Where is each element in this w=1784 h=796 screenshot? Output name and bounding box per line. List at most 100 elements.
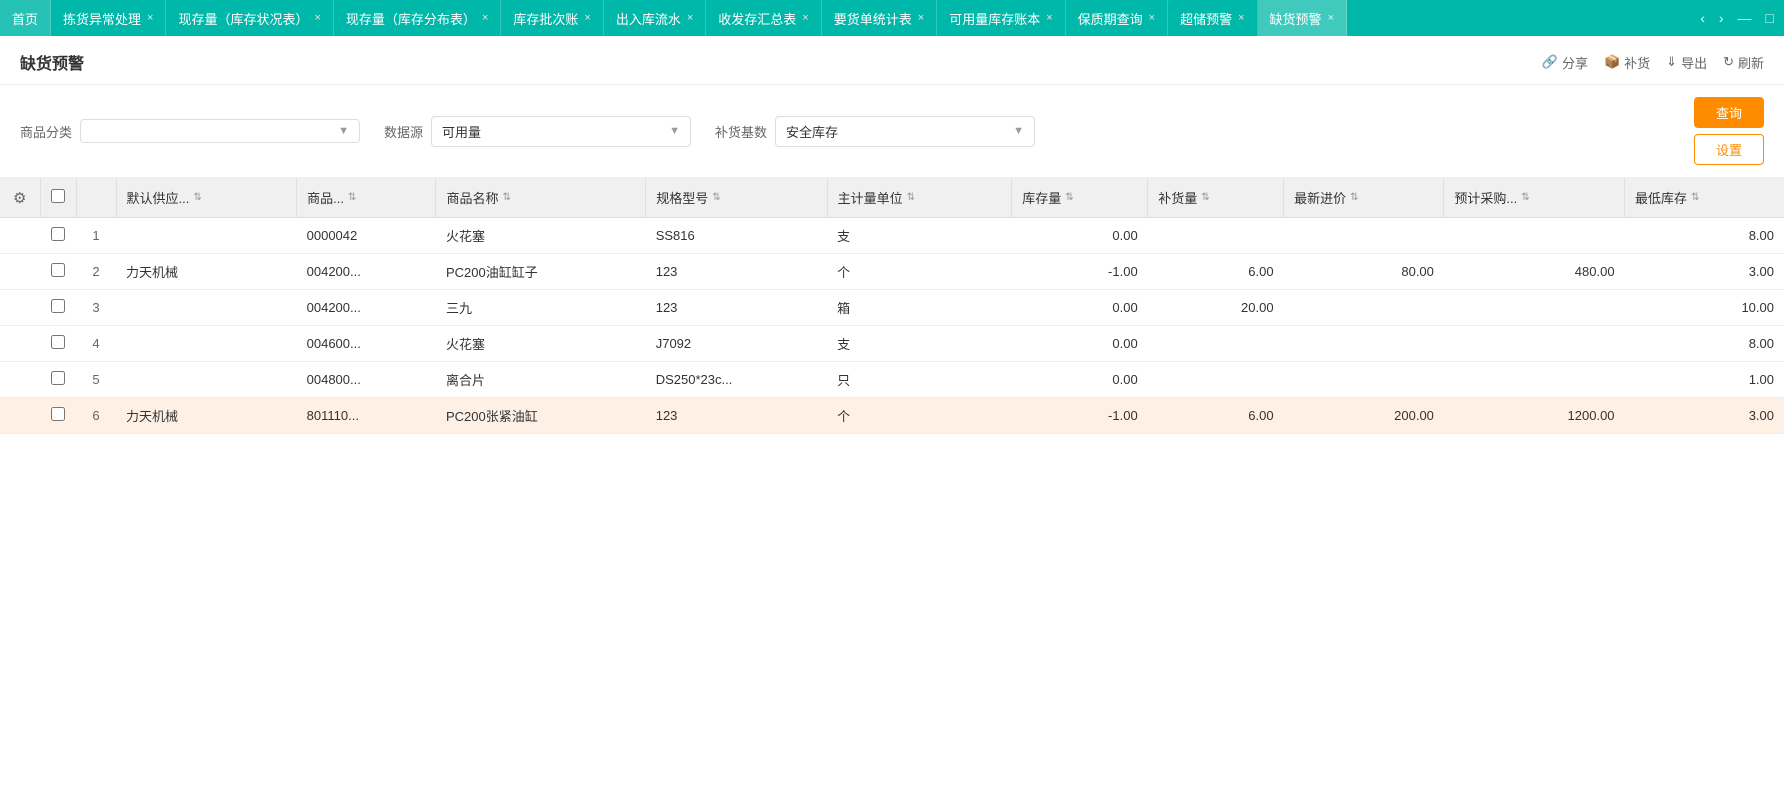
top-navigation: 首页 拣货异常处理 × 现存量（库存状况表） × 现存量（库存分布表） × 库存… xyxy=(0,0,1784,36)
table-row: 1 0000042 火花塞 SS816 支 0.00 8.00 xyxy=(0,218,1784,254)
close-icon[interactable]: × xyxy=(1046,12,1052,24)
export-button[interactable]: ⇓ 导出 xyxy=(1666,53,1707,72)
nav-tab-inventory-status[interactable]: 现存量（库存状况表） × xyxy=(166,0,333,36)
row-min-stock: 10.00 xyxy=(1625,290,1784,326)
shortage-table: ⚙ 默认供应... ⇅ 商品.. xyxy=(0,178,1784,434)
nav-tab-flow[interactable]: 出入库流水 × xyxy=(604,0,706,36)
nav-prev-button[interactable]: ‹ xyxy=(1694,6,1711,30)
row-checkbox-cell xyxy=(40,326,76,362)
chevron-down-icon: ▼ xyxy=(1013,125,1024,137)
table-row: 4 004600... 火花塞 J7092 支 0.00 8.00 xyxy=(0,326,1784,362)
replenish-base-value: 安全库存 xyxy=(786,122,838,141)
row-spec: 123 xyxy=(646,254,827,290)
row-checkbox-cell xyxy=(40,254,76,290)
th-spec[interactable]: 规格型号 ⇅ xyxy=(646,178,827,218)
chevron-down-icon: ▼ xyxy=(338,125,349,137)
close-icon[interactable]: × xyxy=(482,12,488,24)
th-replenish-qty[interactable]: 补货量 ⇅ xyxy=(1148,178,1284,218)
minimize-button[interactable]: — xyxy=(1732,6,1758,30)
row-spec: DS250*23c... xyxy=(646,362,827,398)
th-estimated-purchase[interactable]: 预计采购... ⇅ xyxy=(1444,178,1625,218)
row-stock: 0.00 xyxy=(1012,362,1148,398)
th-product-name[interactable]: 商品名称 ⇅ xyxy=(436,178,646,218)
category-filter-group: 商品分类 ▼ xyxy=(20,119,360,143)
row-latest-price: 200.00 xyxy=(1284,398,1444,434)
gear-icon[interactable]: ⚙ xyxy=(13,189,26,207)
share-button[interactable]: 🔗 分享 xyxy=(1542,53,1588,72)
row-settings-cell xyxy=(0,218,40,254)
table-row: 5 004800... 离合片 DS250*23c... 只 0.00 1.00 xyxy=(0,362,1784,398)
row-checkbox[interactable] xyxy=(51,407,65,421)
nav-tab-expiry[interactable]: 保质期查询 × xyxy=(1066,0,1168,36)
row-checkbox-cell xyxy=(40,218,76,254)
row-checkbox[interactable] xyxy=(51,335,65,349)
chevron-down-icon: ▼ xyxy=(669,125,680,137)
close-icon[interactable]: × xyxy=(147,12,153,24)
th-min-stock[interactable]: 最低库存 ⇅ xyxy=(1625,178,1784,218)
sort-icon: ⇅ xyxy=(348,192,356,203)
nav-tab-batch[interactable]: 库存批次账 × xyxy=(501,0,603,36)
th-default-supplier[interactable]: 默认供应... ⇅ xyxy=(116,178,297,218)
row-product-name: PC200张紧油缸 xyxy=(436,398,646,434)
row-product-name: 三九 xyxy=(436,290,646,326)
sort-icon: ⇅ xyxy=(1350,192,1358,203)
nav-tab-inventory-dist[interactable]: 现存量（库存分布表） × xyxy=(334,0,501,36)
nav-tab-demand[interactable]: 要货单统计表 × xyxy=(822,0,937,36)
row-product-name: 火花塞 xyxy=(436,326,646,362)
close-icon[interactable]: × xyxy=(687,12,693,24)
row-min-stock: 1.00 xyxy=(1625,362,1784,398)
page-header: 缺货预警 🔗 分享 📦 补货 ⇓ 导出 ↻ 刷新 xyxy=(0,36,1784,85)
select-all-checkbox[interactable] xyxy=(51,189,65,203)
close-icon[interactable]: × xyxy=(918,12,924,24)
row-default-supplier: 力天机械 xyxy=(116,398,297,434)
row-latest-price xyxy=(1284,362,1444,398)
nav-tab-home[interactable]: 首页 xyxy=(0,0,51,36)
nav-tab-available[interactable]: 可用量库存账本 × xyxy=(937,0,1065,36)
row-spec: SS816 xyxy=(646,218,827,254)
th-settings: ⚙ xyxy=(0,178,40,218)
close-icon[interactable]: × xyxy=(802,12,808,24)
row-checkbox[interactable] xyxy=(51,263,65,277)
nav-tab-picking[interactable]: 拣货异常处理 × xyxy=(51,0,166,36)
row-spec: J7092 xyxy=(646,326,827,362)
export-icon: ⇓ xyxy=(1666,54,1677,70)
row-checkbox[interactable] xyxy=(51,227,65,241)
nav-tab-shortage[interactable]: 缺货预警 × xyxy=(1258,0,1347,36)
refresh-button[interactable]: ↻ 刷新 xyxy=(1723,53,1764,72)
row-default-supplier xyxy=(116,362,297,398)
query-button[interactable]: 查询 xyxy=(1694,97,1764,128)
close-icon[interactable]: × xyxy=(1149,12,1155,24)
th-latest-price[interactable]: 最新进价 ⇅ xyxy=(1284,178,1444,218)
row-product-code: 004200... xyxy=(297,290,436,326)
sort-icon: ⇅ xyxy=(712,192,720,203)
datasource-select[interactable]: 可用量 ▼ xyxy=(431,116,691,147)
row-checkbox[interactable] xyxy=(51,371,65,385)
row-min-stock: 8.00 xyxy=(1625,326,1784,362)
page-content: 缺货预警 🔗 分享 📦 补货 ⇓ 导出 ↻ 刷新 商品分类 xyxy=(0,36,1784,796)
nav-tab-summary[interactable]: 收发存汇总表 × xyxy=(706,0,821,36)
close-icon[interactable]: × xyxy=(1328,12,1334,24)
close-icon[interactable]: × xyxy=(1238,12,1244,24)
row-checkbox[interactable] xyxy=(51,299,65,313)
category-select[interactable]: ▼ xyxy=(80,119,360,143)
row-stock: -1.00 xyxy=(1012,398,1148,434)
nav-tab-overstock[interactable]: 超储预警 × xyxy=(1168,0,1257,36)
replenish-button[interactable]: 📦 补货 xyxy=(1604,53,1650,72)
close-icon[interactable]: × xyxy=(584,12,590,24)
row-index: 1 xyxy=(76,218,116,254)
row-stock: 0.00 xyxy=(1012,290,1148,326)
row-settings-cell xyxy=(0,326,40,362)
row-unit: 支 xyxy=(827,218,1012,254)
sort-icon: ⇅ xyxy=(502,192,510,203)
row-estimated-purchase: 480.00 xyxy=(1444,254,1625,290)
settings-button[interactable]: 设置 xyxy=(1694,134,1764,165)
close-icon[interactable]: × xyxy=(314,12,320,24)
maximize-button[interactable]: □ xyxy=(1760,6,1780,30)
replenish-base-select[interactable]: 安全库存 ▼ xyxy=(775,116,1035,147)
row-checkbox-cell xyxy=(40,398,76,434)
th-stock[interactable]: 库存量 ⇅ xyxy=(1012,178,1148,218)
nav-next-button[interactable]: › xyxy=(1713,6,1730,30)
row-stock: 0.00 xyxy=(1012,218,1148,254)
th-product-code[interactable]: 商品... ⇅ xyxy=(297,178,436,218)
th-unit[interactable]: 主计量单位 ⇅ xyxy=(827,178,1012,218)
